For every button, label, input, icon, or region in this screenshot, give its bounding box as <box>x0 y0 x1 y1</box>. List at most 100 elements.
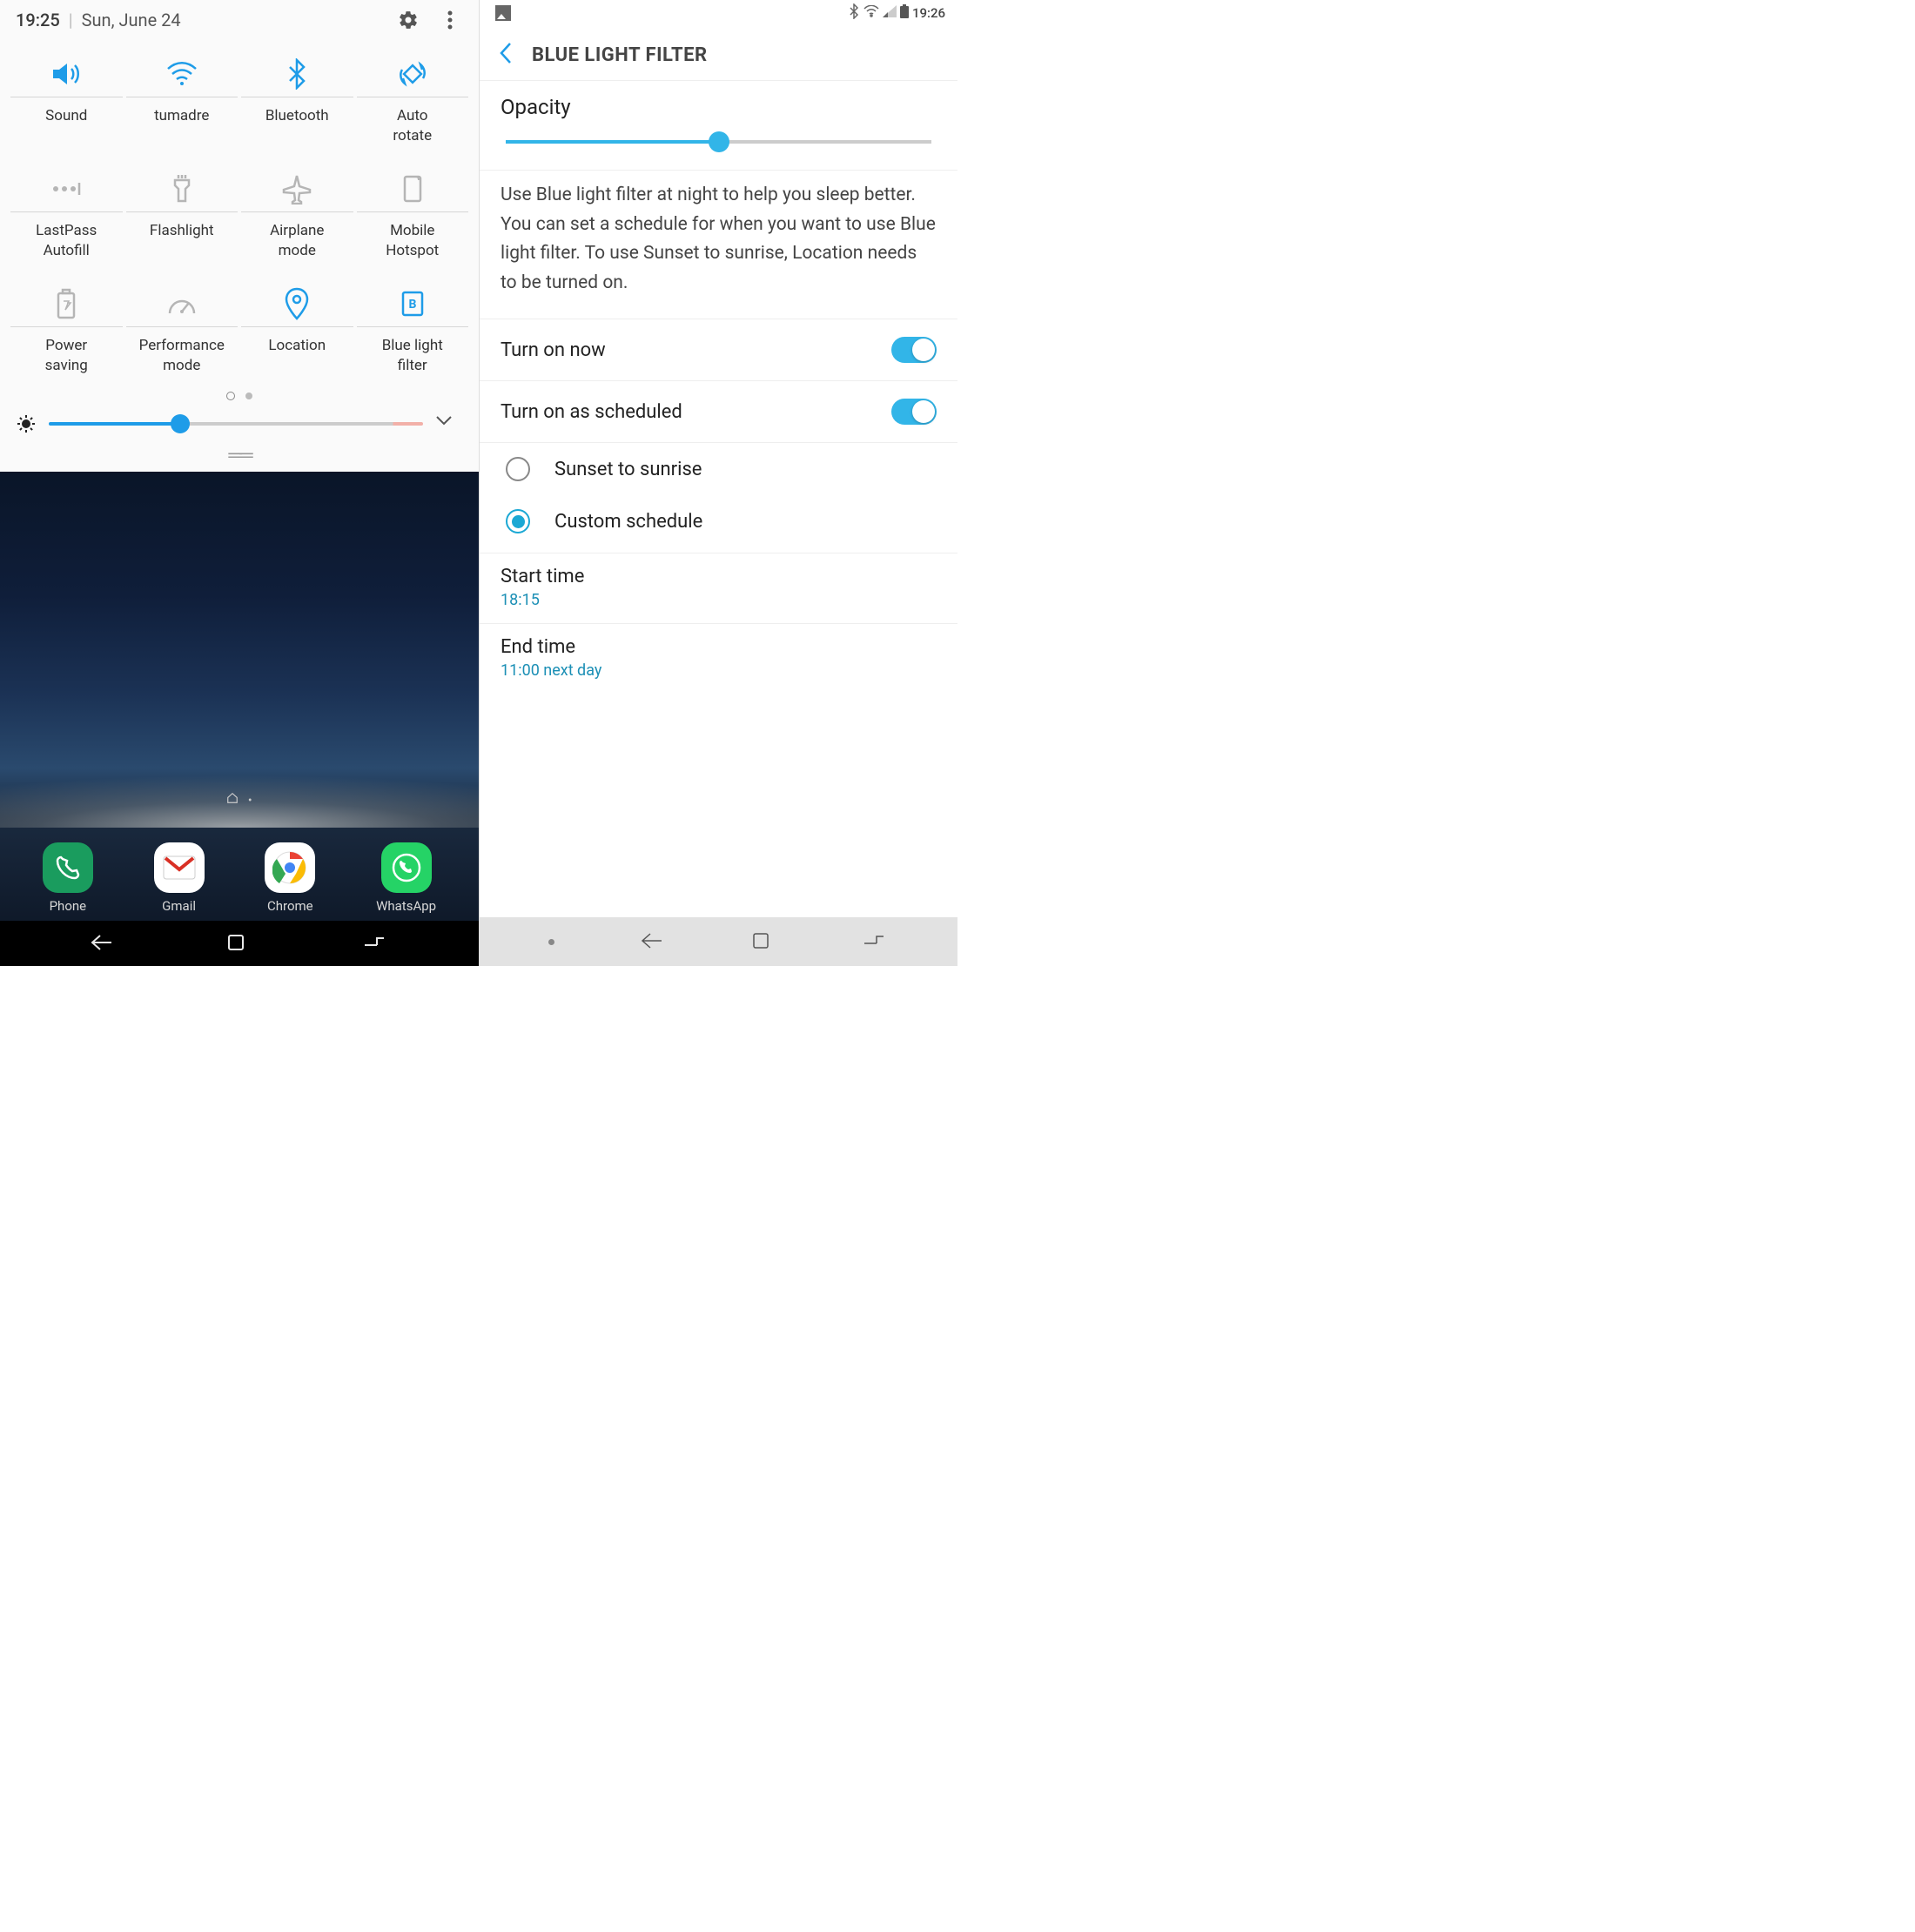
panel-drag-handle[interactable]: ══ <box>0 442 479 472</box>
end-time-value: 11:00 next day <box>501 661 937 680</box>
dock-app-phone[interactable]: Phone <box>43 842 93 914</box>
status-time: 19:26 <box>912 5 945 21</box>
qs-pager[interactable] <box>0 388 479 409</box>
opacity-label: Opacity <box>501 95 937 119</box>
radio-sunset-row[interactable]: Sunset to sunrise <box>480 443 958 495</box>
dock-app-whatsapp[interactable]: WhatsApp <box>376 842 436 914</box>
password-icon <box>10 165 123 212</box>
nav-bar <box>480 917 958 966</box>
chrome-icon <box>265 842 315 893</box>
svg-text:B: B <box>408 298 416 312</box>
gmail-icon <box>154 842 205 893</box>
radio-sunset-icon[interactable] <box>506 457 530 481</box>
turn-on-now-row[interactable]: Turn on now <box>480 319 958 381</box>
wifi-status-icon <box>863 5 879 21</box>
qs-tile-label: Location <box>268 336 326 376</box>
qs-tile-label: Autorotate <box>393 106 432 146</box>
home-pager: • <box>0 792 479 842</box>
whatsapp-icon <box>381 842 432 893</box>
wifi-icon <box>126 50 239 97</box>
qs-tile-label: Sound <box>45 106 87 146</box>
gauge-icon <box>126 280 239 327</box>
qs-tile-label: Flashlight <box>150 221 214 261</box>
page-title: BLUE LIGHT FILTER <box>532 44 708 66</box>
brightness-slider[interactable] <box>49 422 423 426</box>
more-options-icon[interactable] <box>437 7 463 33</box>
scheduled-switch[interactable] <box>891 399 937 425</box>
bluetooth-status-icon <box>848 3 860 23</box>
qs-tile-battery[interactable]: Powersaving <box>9 273 124 388</box>
scheduled-label: Turn on as scheduled <box>501 401 682 423</box>
brightness-icon <box>16 413 37 434</box>
qs-tile-label: Powersaving <box>45 336 88 376</box>
start-time-value: 18:15 <box>501 591 937 609</box>
qs-tile-bluetooth[interactable]: Bluetooth <box>239 44 355 158</box>
blue-light-filter-page: 19:26 BLUE LIGHT FILTER Opacity Use Blue… <box>479 0 958 966</box>
qs-tile-label: tumadre <box>154 106 209 146</box>
hotspot-icon <box>357 165 469 212</box>
dock-app-gmail[interactable]: Gmail <box>154 842 205 914</box>
chevron-down-icon[interactable] <box>435 413 458 435</box>
qs-tile-label: Performancemode <box>139 336 225 376</box>
sound-icon <box>10 50 123 97</box>
phone-icon <box>43 842 93 893</box>
settings-gear-icon[interactable] <box>395 7 421 33</box>
radio-custom-icon[interactable] <box>506 509 530 533</box>
back-button[interactable] <box>90 933 116 954</box>
airplane-icon <box>241 165 353 212</box>
start-time-label: Start time <box>501 566 937 587</box>
back-button[interactable] <box>640 931 666 952</box>
recents-button[interactable] <box>363 933 389 954</box>
qs-tile-label: Blue lightfilter <box>382 336 443 376</box>
bluetooth-icon <box>241 50 353 97</box>
scheduled-row[interactable]: Turn on as scheduled <box>480 381 958 443</box>
radio-custom-row[interactable]: Custom schedule <box>480 495 958 553</box>
opacity-section: Opacity <box>480 81 958 171</box>
turn-on-now-switch[interactable] <box>891 337 937 363</box>
location-icon <box>241 280 353 327</box>
qs-tile-airplane[interactable]: Airplanemode <box>239 158 355 273</box>
qs-tile-sound[interactable]: Sound <box>9 44 124 158</box>
clock-date: Sun, June 24 <box>82 10 181 30</box>
qs-tile-location[interactable]: Location <box>239 273 355 388</box>
screenshot-notification-icon <box>495 5 511 21</box>
radio-custom-label: Custom schedule <box>554 511 702 533</box>
recents-button[interactable] <box>863 931 889 952</box>
radio-sunset-label: Sunset to sunrise <box>554 459 702 480</box>
nav-dot <box>548 939 554 945</box>
status-bar: 19:26 <box>480 0 958 26</box>
qs-tile-label: Bluetooth <box>265 106 329 146</box>
back-chevron-icon[interactable] <box>499 42 513 68</box>
qs-tile-label: Airplanemode <box>270 221 324 261</box>
qs-tile-wifi[interactable]: tumadre <box>124 44 240 158</box>
page-header: BLUE LIGHT FILTER <box>480 26 958 81</box>
qs-tile-bluelight[interactable]: B Blue lightfilter <box>355 273 471 388</box>
battery-status-icon <box>900 4 909 22</box>
qs-header: 19:25 | Sun, June 24 <box>0 0 479 38</box>
flashlight-icon <box>126 165 239 212</box>
brightness-slider-row <box>0 409 479 442</box>
qs-tile-password[interactable]: LastPassAutofill <box>9 158 124 273</box>
end-time-row[interactable]: End time 11:00 next day <box>480 624 958 688</box>
end-time-label: End time <box>501 636 937 658</box>
bluelight-icon: B <box>357 280 469 327</box>
description-text: Use Blue light filter at night to help y… <box>480 171 958 319</box>
dock-label: Chrome <box>267 898 313 914</box>
rotate-icon <box>357 50 469 97</box>
clock-time: 19:25 <box>16 10 60 30</box>
dock-label: WhatsApp <box>376 898 436 914</box>
home-button[interactable] <box>751 931 777 952</box>
qs-tile-rotate[interactable]: Autorotate <box>355 44 471 158</box>
dock-app-chrome[interactable]: Chrome <box>265 842 315 914</box>
home-screen: • Phone Gmail Chrome WhatsApp <box>0 472 479 966</box>
qs-tile-gauge[interactable]: Performancemode <box>124 273 240 388</box>
qs-tile-flashlight[interactable]: Flashlight <box>124 158 240 273</box>
opacity-slider[interactable] <box>506 140 931 144</box>
qs-tile-label: LastPassAutofill <box>36 221 97 261</box>
home-button[interactable] <box>226 933 252 954</box>
battery-icon <box>10 280 123 327</box>
qs-tiles-grid: Sound tumadre Bluetooth Autorotate LastPassA… <box>0 38 479 388</box>
start-time-row[interactable]: Start time 18:15 <box>480 553 958 624</box>
qs-tile-hotspot[interactable]: MobileHotspot <box>355 158 471 273</box>
app-dock: Phone Gmail Chrome WhatsApp <box>0 842 479 921</box>
